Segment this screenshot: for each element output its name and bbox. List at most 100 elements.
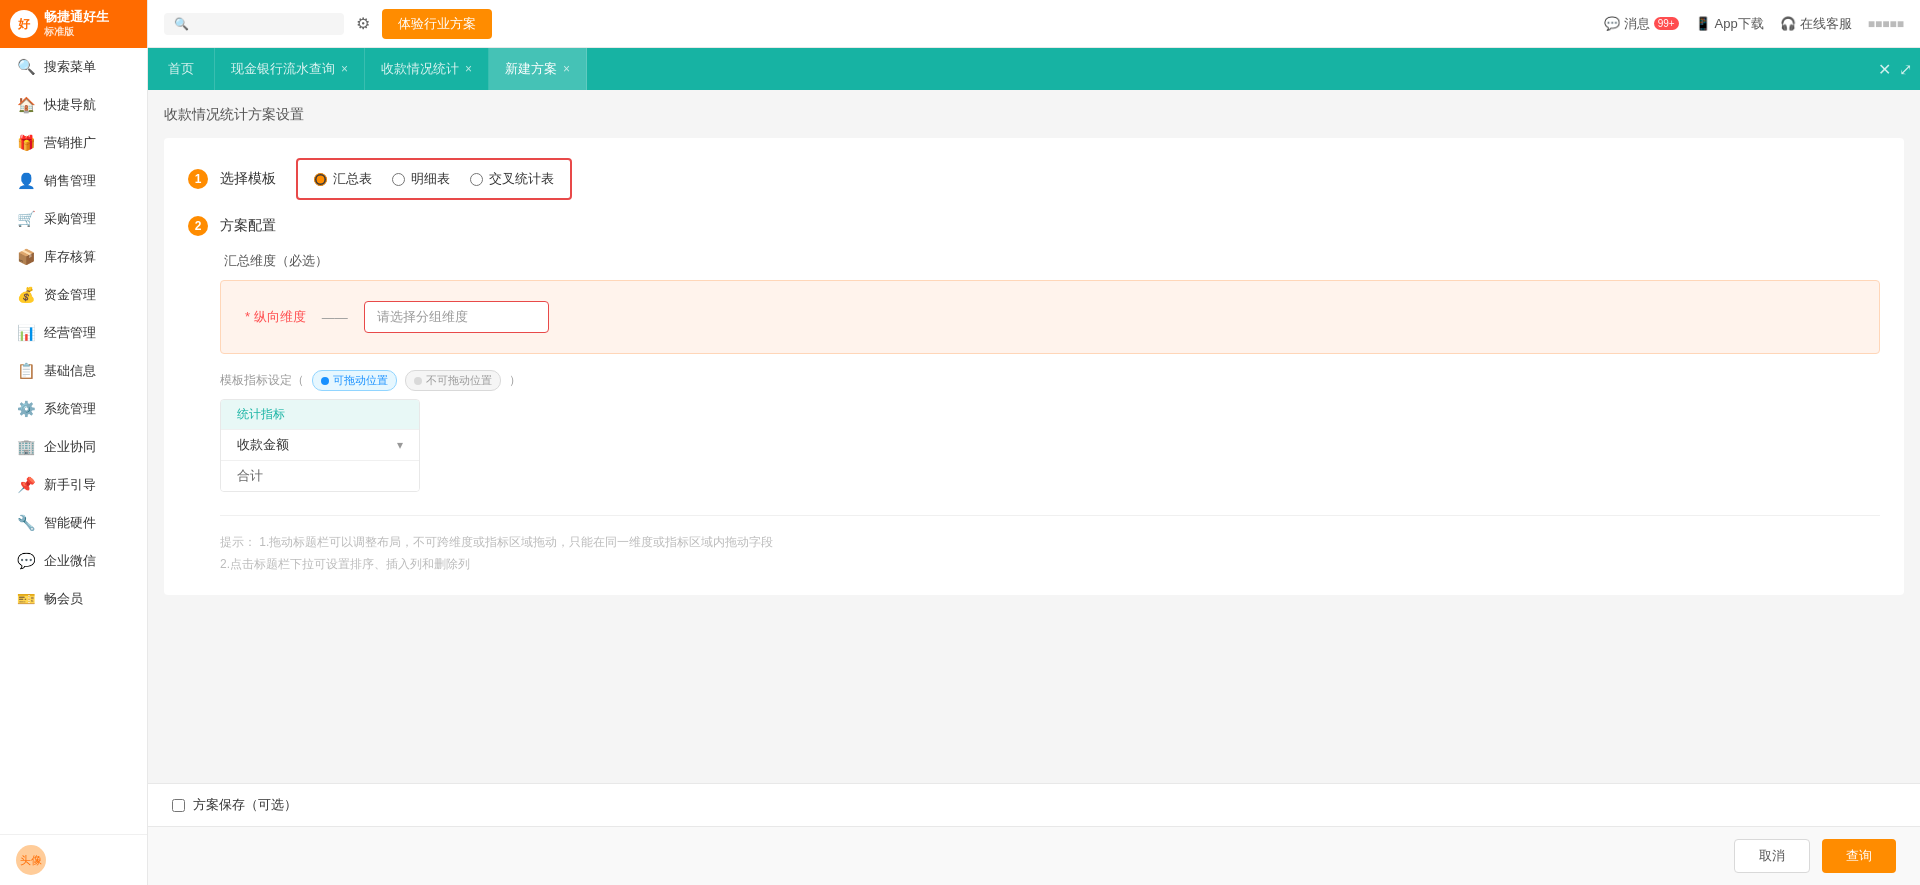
tab-stats-close[interactable]: ×: [465, 63, 472, 75]
message-btn[interactable]: 💬 消息 99+: [1604, 15, 1679, 33]
metrics-row-0[interactable]: 收款金额 ▾: [221, 429, 419, 460]
sidebar-item-label: 搜索菜单: [44, 58, 96, 76]
radio-summary[interactable]: 汇总表: [314, 170, 372, 188]
tab-new-plan[interactable]: 新建方案 ×: [489, 48, 587, 90]
save-row: 方案保存（可选）: [148, 783, 1920, 826]
message-badge: 99+: [1654, 17, 1679, 30]
sidebar-item-search-menu[interactable]: 🔍 搜索菜单: [0, 48, 147, 86]
sidebar-item-finance[interactable]: 💰 资金管理: [0, 276, 147, 314]
finance-icon: 💰: [16, 286, 36, 304]
vertical-dim-label: 纵向维度: [245, 308, 306, 326]
tab-stats[interactable]: 收款情况统计 ×: [365, 48, 489, 90]
sidebar-item-label: 营销推广: [44, 134, 96, 152]
non-draggable-badge: 不可拖动位置: [405, 370, 501, 391]
hardware-icon: 🔧: [16, 514, 36, 532]
radio-cross-label: 交叉统计表: [489, 170, 554, 188]
tab-stats-label: 收款情况统计: [381, 60, 459, 78]
non-draggable-label: 不可拖动位置: [426, 373, 492, 388]
step1-row: 1 选择模板 汇总表 明细表 交叉统计表: [188, 158, 1880, 200]
close-window-icon[interactable]: ✕: [1878, 60, 1891, 79]
dim-selector[interactable]: 请选择分组维度: [364, 301, 549, 333]
download-label: App下载: [1715, 15, 1764, 33]
sidebar-item-newbie[interactable]: 📌 新手引导: [0, 466, 147, 504]
radio-detail-label: 明细表: [411, 170, 450, 188]
system-icon: ⚙️: [16, 400, 36, 418]
radio-summary-label: 汇总表: [333, 170, 372, 188]
metrics-row-0-dropdown[interactable]: ▾: [397, 438, 403, 452]
cancel-button[interactable]: 取消: [1734, 839, 1810, 873]
sidebar-item-purchase[interactable]: 🛒 采购管理: [0, 200, 147, 238]
sidebar: 好 畅捷通好生 标准版 🔍 搜索菜单 🏠 快捷导航 🎁 营销推广 👤 销售管理 …: [0, 0, 148, 885]
tab-home-label: 首页: [168, 60, 194, 78]
sidebar-item-label: 企业微信: [44, 552, 96, 570]
subsection-title: 汇总维度（必选）: [220, 252, 1880, 270]
logo-text-block: 畅捷通好生 标准版: [44, 9, 109, 39]
footer-bar: 取消 查询: [148, 826, 1920, 885]
sidebar-item-wechat[interactable]: 💬 企业微信: [0, 542, 147, 580]
metrics-row-0-label: 收款金额: [237, 436, 289, 454]
sidebar-item-operation[interactable]: 📊 经营管理: [0, 314, 147, 352]
sidebar-bottom: 头像: [0, 834, 147, 885]
sidebar-item-hardware[interactable]: 🔧 智能硬件: [0, 504, 147, 542]
tab-home[interactable]: 首页: [148, 48, 215, 90]
radio-summary-input[interactable]: [314, 173, 327, 186]
sidebar-item-label: 资金管理: [44, 286, 96, 304]
tab-new-plan-close[interactable]: ×: [563, 63, 570, 75]
sidebar-item-label: 基础信息: [44, 362, 96, 380]
step1-label: 选择模板: [220, 170, 276, 188]
sidebar-item-label: 采购管理: [44, 210, 96, 228]
radio-cross[interactable]: 交叉统计表: [470, 170, 554, 188]
sidebar-item-member[interactable]: 🎫 畅会员: [0, 580, 147, 618]
sales-icon: 👤: [16, 172, 36, 190]
message-icon: 💬: [1604, 16, 1620, 31]
dim-selector-placeholder: 请选择分组维度: [377, 309, 468, 324]
step2-row: 2 方案配置: [188, 216, 1880, 236]
gear-icon[interactable]: ⚙: [356, 14, 370, 33]
wechat-icon: 💬: [16, 552, 36, 570]
tab-bank[interactable]: 现金银行流水查询 ×: [215, 48, 365, 90]
trial-button[interactable]: 体验行业方案: [382, 9, 492, 39]
sidebar-item-corp[interactable]: 🏢 企业协同: [0, 428, 147, 466]
radio-cross-input[interactable]: [470, 173, 483, 186]
metrics-row-1: 合计: [221, 460, 419, 491]
tab-bank-close[interactable]: ×: [341, 63, 348, 75]
download-btn[interactable]: 📱 App下载: [1695, 15, 1764, 33]
dim-arrow: ——: [322, 310, 348, 325]
inventory-icon: 📦: [16, 248, 36, 266]
support-btn[interactable]: 🎧 在线客服: [1780, 15, 1852, 33]
maximize-icon[interactable]: ⤢: [1899, 60, 1912, 79]
message-label: 消息: [1624, 15, 1650, 33]
sidebar-item-sales[interactable]: 👤 销售管理: [0, 162, 147, 200]
header-right: 💬 消息 99+ 📱 App下载 🎧 在线客服 ■■■■■: [1604, 15, 1904, 33]
support-label: 在线客服: [1800, 15, 1852, 33]
sidebar-item-system[interactable]: ⚙️ 系统管理: [0, 390, 147, 428]
sidebar-item-marketing[interactable]: 🎁 营销推广: [0, 124, 147, 162]
sidebar-item-label: 经营管理: [44, 324, 96, 342]
sidebar-item-label: 新手引导: [44, 476, 96, 494]
query-button[interactable]: 查询: [1822, 839, 1896, 873]
draggable-dot: [321, 377, 329, 385]
search-menu-icon: 🔍: [16, 58, 36, 76]
radio-detail-input[interactable]: [392, 173, 405, 186]
tab-bar: 首页 现金银行流水查询 × 收款情况统计 × 新建方案 × ✕ ⤢: [148, 48, 1920, 90]
metrics-section: 模板指标设定（ 可拖动位置 不可拖动位置 ）: [220, 370, 1880, 495]
sidebar-item-basic[interactable]: 📋 基础信息: [0, 352, 147, 390]
save-checkbox[interactable]: [172, 799, 185, 812]
radio-detail[interactable]: 明细表: [392, 170, 450, 188]
header-search[interactable]: 🔍: [164, 13, 344, 35]
main-area: 🔍 ⚙ 体验行业方案 💬 消息 99+ 📱 App下载 🎧 在线客服 ■■■■■: [148, 0, 1920, 885]
sidebar-item-quick-nav[interactable]: 🏠 快捷导航: [0, 86, 147, 124]
tips-line1: 提示： 1.拖动标题栏可以调整布局，不可跨维度或指标区域拖动，只能在同一维度或指…: [220, 532, 1880, 554]
draggable-badge: 可拖动位置: [312, 370, 397, 391]
step2-content: 汇总维度（必选） 纵向维度 —— 请选择分组维度 模板: [188, 252, 1880, 575]
metrics-row-1-label: 合计: [237, 468, 263, 483]
tab-bar-right: ✕ ⤢: [1878, 60, 1920, 79]
user-display: ■■■■■: [1868, 17, 1904, 31]
corp-icon: 🏢: [16, 438, 36, 456]
logo-sub: 标准版: [44, 25, 109, 39]
sidebar-logo: 好 畅捷通好生 标准版: [0, 0, 147, 48]
sidebar-item-inventory[interactable]: 📦 库存核算: [0, 238, 147, 276]
metrics-hint: 模板指标设定（ 可拖动位置 不可拖动位置 ）: [220, 370, 1880, 391]
tab-new-plan-label: 新建方案: [505, 60, 557, 78]
avatar: 头像: [16, 845, 46, 875]
